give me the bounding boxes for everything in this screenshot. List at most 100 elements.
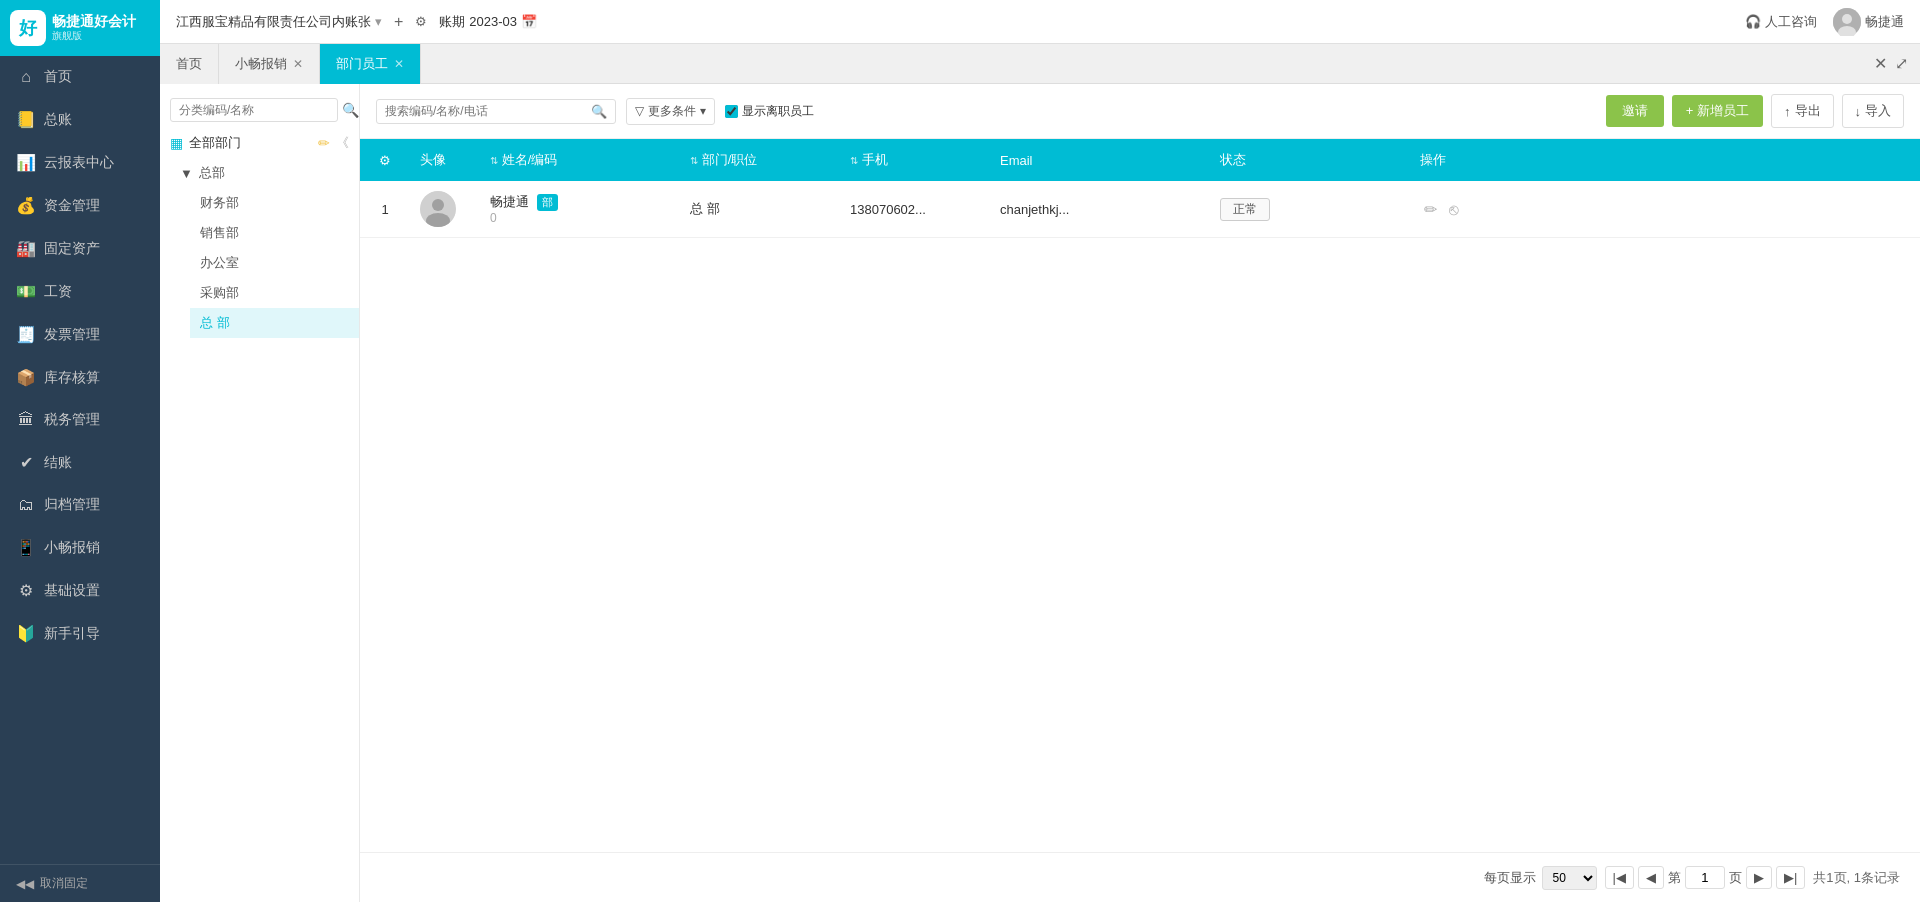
sidebar-item-invoice[interactable]: 🧾 发票管理 (0, 313, 160, 356)
sidebar-item-fund[interactable]: 💰 资金管理 (0, 184, 160, 227)
all-dept-header[interactable]: ▦ 全部部门 ✏ 《 (160, 128, 359, 158)
table-row: 1 (360, 181, 1920, 238)
table-body: 1 (360, 181, 1920, 238)
sidebar-item-checkout[interactable]: ✔ 结账 (0, 441, 160, 484)
col-dept-position[interactable]: ⇅ 部门/职位 (680, 139, 840, 181)
sidebar-item-salary[interactable]: 💵 工资 (0, 270, 160, 313)
sort-icon: ⇅ (690, 155, 698, 166)
tabs-bar: 首页 小畅报销 ✕ 部门员工 ✕ ✕ ⤢ (160, 44, 1920, 84)
pagination-nav: |◀ ◀ 第 页 ▶ ▶| (1605, 866, 1806, 889)
tab-dept-employee[interactable]: 部门员工 ✕ (320, 44, 421, 84)
close-tab-button[interactable]: ✕ (1874, 54, 1887, 73)
tab-dept-employee-close-icon[interactable]: ✕ (394, 57, 404, 71)
sort-icon: ⇅ (490, 155, 498, 166)
last-page-button[interactable]: ▶| (1776, 866, 1805, 889)
search-bar: 🔍 (376, 99, 616, 124)
sidebar-item-tax[interactable]: 🏛 税务管理 (0, 399, 160, 441)
dept-item-label: 总 部 (200, 314, 230, 332)
sidebar-item-archive[interactable]: 🗂 归档管理 (0, 484, 160, 526)
page-input[interactable] (1685, 866, 1725, 889)
calendar-icon: 📅 (521, 14, 537, 29)
sidebar-item-label: 库存核算 (44, 369, 100, 387)
col-status: 状态 (1210, 139, 1410, 181)
dept-item-finance[interactable]: 财务部 (190, 188, 359, 218)
dept-item-sales[interactable]: 销售部 (190, 218, 359, 248)
add-employee-button[interactable]: + 新增员工 (1672, 95, 1763, 127)
add-company-button[interactable]: + (394, 13, 403, 31)
filter-icon: ▽ (635, 104, 644, 118)
sidebar-item-label: 总账 (44, 111, 72, 129)
tab-home[interactable]: 首页 (160, 44, 219, 84)
dept-search-input[interactable] (170, 98, 338, 122)
company-selector[interactable]: 江西服宝精品有限责任公司内账张 ▾ (176, 13, 382, 31)
import-label: 导入 (1865, 102, 1891, 120)
unpin-button[interactable]: ◀◀ 取消固定 (0, 864, 160, 902)
checkout-icon: ✔ (16, 453, 36, 472)
export-label: 导出 (1795, 102, 1821, 120)
invite-button[interactable]: 邀请 (1606, 95, 1664, 127)
fund-icon: 💰 (16, 196, 36, 215)
import-button[interactable]: ↓ 导入 (1842, 94, 1905, 128)
search-icon[interactable]: 🔍 (591, 104, 607, 119)
company-name: 江西服宝精品有限责任公司内账张 (176, 13, 371, 31)
col-name-code[interactable]: ⇅ 姓名/编码 (480, 139, 680, 181)
export-button[interactable]: ↑ 导出 (1771, 94, 1834, 128)
sidebar-logo: 好 畅捷通好会计 旗舰版 (0, 0, 160, 56)
service-button[interactable]: 🎧 人工咨询 (1745, 13, 1817, 31)
sidebar-item-reports[interactable]: 📊 云报表中心 (0, 141, 160, 184)
toolbar: 🔍 ▽ 更多条件 ▾ 显示离职员工 邀请 + 新增员工 ↑ 导出 (360, 84, 1920, 139)
col-actions: 操作 (1410, 139, 1920, 181)
employee-table: ⚙ 头像 ⇅ 姓名/编码 ⇅ 部门/职位 (360, 139, 1920, 238)
sidebar-item-guide[interactable]: 🔰 新手引导 (0, 612, 160, 655)
user-menu[interactable]: 畅捷通 (1833, 8, 1904, 36)
dept-item-label: 采购部 (200, 284, 239, 302)
dept-item-general[interactable]: 总 部 (190, 308, 359, 338)
sidebar-item-inventory[interactable]: 📦 库存核算 (0, 356, 160, 399)
row-dept: 总 部 (680, 181, 840, 238)
sidebar: 好 畅捷通好会计 旗舰版 ⌂ 首页 📒 总账 📊 云报表中心 💰 资金管理 🏭 … (0, 0, 160, 902)
row-avatar (410, 181, 480, 238)
sidebar-item-fixed-assets[interactable]: 🏭 固定资产 (0, 227, 160, 270)
filter-button[interactable]: ▽ 更多条件 ▾ (626, 98, 715, 125)
sidebar-item-xiaochang[interactable]: 📱 小畅报销 (0, 526, 160, 569)
delete-button[interactable]: ⎋ (1449, 201, 1459, 218)
show-resigned-checkbox[interactable] (725, 105, 738, 118)
dept-collapse-icon[interactable]: 《 (336, 134, 349, 152)
xiaochang-icon: 📱 (16, 538, 36, 557)
grid-icon: ▦ (170, 135, 183, 151)
expand-tab-button[interactable]: ⤢ (1895, 54, 1908, 73)
per-page-select[interactable]: 50 10 20 100 (1542, 866, 1597, 890)
sidebar-item-settings[interactable]: ⚙ 基础设置 (0, 569, 160, 612)
dept-search-bar: 🔍 (160, 92, 359, 128)
fixed-assets-icon: 🏭 (16, 239, 36, 258)
first-page-button[interactable]: |◀ (1605, 866, 1634, 889)
show-resigned-label[interactable]: 显示离职员工 (725, 103, 814, 120)
dept-item-root[interactable]: ▼ 总部 (170, 158, 359, 188)
dept-item-label: 销售部 (200, 224, 239, 242)
search-input[interactable] (385, 104, 587, 118)
tax-icon: 🏛 (16, 411, 36, 429)
dept-search-icon[interactable]: 🔍 (342, 102, 359, 118)
chevron-down-icon: ▾ (700, 104, 706, 118)
next-page-button[interactable]: ▶ (1746, 866, 1772, 889)
dept-item-purchase[interactable]: 采购部 (190, 278, 359, 308)
headset-icon: 🎧 (1745, 14, 1761, 29)
edit-button[interactable]: ✏ (1424, 201, 1437, 218)
main-area: 江西服宝精品有限责任公司内账张 ▾ + ⚙ 账期 2023-03 📅 🎧 人工咨… (160, 0, 1920, 902)
reports-icon: 📊 (16, 153, 36, 172)
sidebar-item-home[interactable]: ⌂ 首页 (0, 56, 160, 98)
tab-xiaochang-close-icon[interactable]: ✕ (293, 57, 303, 71)
dept-item-office[interactable]: 办公室 (190, 248, 359, 278)
settings-icon: ⚙ (379, 153, 391, 168)
settings-icon: ⚙ (16, 581, 36, 600)
prev-page-button[interactable]: ◀ (1638, 866, 1664, 889)
dept-panel: 🔍 ▦ 全部部门 ✏ 《 ▼ 总部 财务部 销售部 (160, 84, 360, 902)
topbar-settings-icon[interactable]: ⚙ (415, 14, 427, 29)
col-phone[interactable]: ⇅ 手机 (840, 139, 990, 181)
sidebar-item-ledger[interactable]: 📒 总账 (0, 98, 160, 141)
expand-icon: ▼ (180, 166, 193, 181)
dept-edit-icon[interactable]: ✏ (318, 135, 330, 151)
col-settings[interactable]: ⚙ (360, 139, 410, 181)
tab-xiaochang[interactable]: 小畅报销 ✕ (219, 44, 320, 84)
sidebar-item-label: 首页 (44, 68, 72, 86)
